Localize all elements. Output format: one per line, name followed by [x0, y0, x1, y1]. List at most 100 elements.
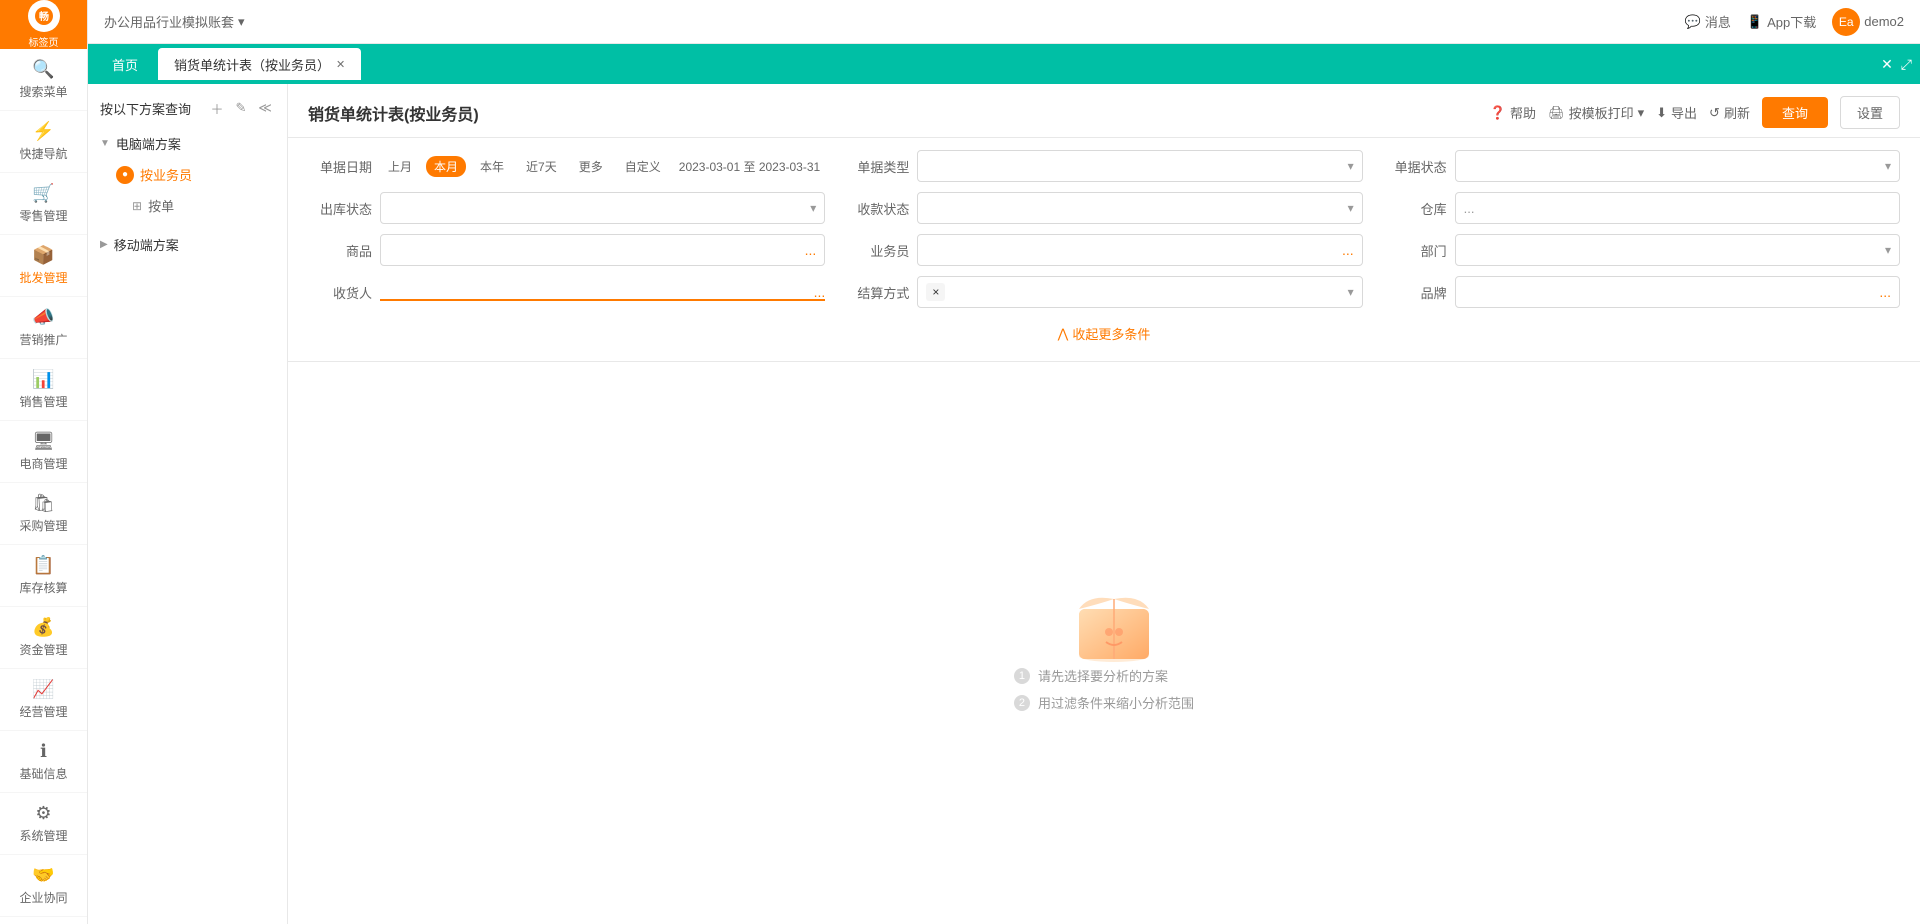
out-status-selector[interactable]: ▾ — [380, 192, 825, 224]
tab-close-icon[interactable]: ✕ — [336, 58, 345, 71]
handshake-icon: 🤝 — [32, 865, 54, 886]
export-icon: ⬇ — [1656, 105, 1667, 121]
svg-text:畅: 畅 — [39, 10, 49, 23]
main-area: 办公用品行业模拟账套 ▾ 💬 消息 📱 App下载 Ea demo2 首页 销货… — [88, 0, 1920, 924]
payment-method-tag-close[interactable]: × — [932, 285, 939, 299]
collapse-filter-button[interactable]: ⋀ 收起更多条件 — [308, 318, 1900, 349]
out-status-dropdown-icon: ▾ — [810, 201, 816, 215]
mobile-scheme-parent[interactable]: ▶ 移动端方案 — [88, 229, 287, 260]
sidebar-item-basic[interactable]: ℹ 基础信息 — [0, 731, 88, 793]
salesperson-more-icon[interactable]: ... — [1342, 242, 1354, 258]
topbar-left: 办公用品行业模拟账套 ▾ — [104, 12, 245, 31]
desktop-scheme-parent[interactable]: ▼ 电脑端方案 — [88, 128, 287, 159]
query-button[interactable]: 查询 — [1762, 97, 1828, 128]
filter-row-2: 出库状态 ▾ 收款状态 ▾ — [308, 192, 1900, 224]
product-selector[interactable]: ... — [380, 234, 825, 266]
sidebar-item-purchase[interactable]: 🛍 采购管理 — [0, 483, 88, 545]
data-area: 1 请先选择要分析的方案 2 用过滤条件来缩小分析范围 — [288, 362, 1920, 924]
date-range-display: 2023-03-01 至 2023-03-31 — [679, 158, 820, 175]
department-selector[interactable]: ▾ — [1455, 234, 1900, 266]
trend-icon: 📈 — [32, 679, 54, 700]
sidebar-item-ecommerce[interactable]: 🖥 电商管理 — [0, 421, 88, 483]
left-panel-title: 按以下方案查询 — [100, 99, 191, 118]
sidebar-logo[interactable]: 畅 标签页 — [0, 0, 88, 49]
salesperson-selector[interactable]: ... — [917, 234, 1362, 266]
sidebar-item-wholesale[interactable]: 📦 批发管理 — [0, 235, 88, 297]
brand-selector[interactable]: ... — [1455, 276, 1900, 308]
doc-type-selector[interactable]: ▾ — [917, 150, 1362, 182]
mobile-scheme-label: 移动端方案 — [114, 235, 179, 254]
sidebar-item-system[interactable]: ⚙ 系统管理 — [0, 793, 88, 855]
message-icon: 💬 — [1685, 14, 1701, 30]
app-download-button[interactable]: 📱 App下载 — [1747, 12, 1816, 31]
date-tab-last-month[interactable]: 上月 — [380, 156, 420, 177]
out-status-label: 出库状态 — [308, 199, 380, 218]
order-scheme-label: 按单 — [148, 196, 174, 215]
payment-method-selector[interactable]: × ▾ — [917, 276, 1362, 308]
filter-doc-type: 单据类型 ▾ — [845, 150, 1362, 182]
sidebar-item-newuser[interactable]: 🎯 新手引导 — [0, 917, 88, 924]
product-more-icon[interactable]: ... — [805, 242, 817, 258]
user-profile[interactable]: Ea demo2 — [1832, 8, 1904, 36]
department-label: 部门 — [1383, 241, 1455, 260]
add-scheme-button[interactable]: ＋ — [207, 98, 227, 118]
refresh-button[interactable]: ↺ 刷新 — [1709, 103, 1750, 122]
lightning-icon: ⚡ — [32, 121, 54, 142]
brand-more-icon[interactable]: ... — [1879, 284, 1891, 300]
sidebar-item-inventory[interactable]: 📋 库存核算 — [0, 545, 88, 607]
warehouse-label: 仓库 — [1383, 199, 1455, 218]
left-panel-action-buttons: ＋ ✎ ≪ — [207, 98, 275, 118]
filter-doc-status: 单据状态 ▾ — [1383, 150, 1900, 182]
sidebar-item-retail[interactable]: 🛒 零售管理 — [0, 173, 88, 235]
content-area: 按以下方案查询 ＋ ✎ ≪ ▼ 电脑端方案 ● 按业务员 ⊞ 按 — [88, 84, 1920, 924]
payment-method-label: 结算方式 — [845, 283, 917, 302]
expand-window-button[interactable]: ⤢ — [1901, 56, 1912, 73]
print-button[interactable]: 🖨 按模板打印 ▾ — [1548, 103, 1644, 122]
mobile-scheme-group: ▶ 移动端方案 — [88, 225, 287, 264]
doc-status-label: 单据状态 — [1383, 157, 1455, 176]
tree-sub-child-by-order[interactable]: ⊞ 按单 — [88, 190, 287, 221]
edit-scheme-button[interactable]: ✎ — [231, 98, 251, 118]
topbar-right: 💬 消息 📱 App下载 Ea demo2 — [1685, 8, 1904, 36]
date-tab-more[interactable]: 更多 — [571, 156, 611, 177]
department-dropdown-icon: ▾ — [1885, 243, 1891, 257]
sidebar-item-marketing[interactable]: 📣 营销推广 — [0, 297, 88, 359]
sidebar-item-quick-nav[interactable]: ⚡ 快捷导航 — [0, 111, 88, 173]
doc-status-selector[interactable]: ▾ — [1455, 150, 1900, 182]
empty-hints: 1 请先选择要分析的方案 2 用过滤条件来缩小分析范围 — [1014, 666, 1194, 712]
sidebar-item-finance[interactable]: 💰 资金管理 — [0, 607, 88, 669]
sidebar-item-operations[interactable]: 📈 经营管理 — [0, 669, 88, 731]
brand-label: 品牌 — [1383, 283, 1455, 302]
tabbar-actions: ✕ ⤢ — [1881, 56, 1912, 73]
message-button[interactable]: 💬 消息 — [1685, 12, 1731, 31]
help-button[interactable]: ❓ 帮助 — [1490, 103, 1536, 122]
sidebar: 畅 标签页 🔍 搜索菜单 ⚡ 快捷导航 🛒 零售管理 📦 批发管理 📣 营销推广… — [0, 0, 88, 924]
doc-type-dropdown-icon: ▾ — [1348, 159, 1354, 173]
sidebar-item-enterprise[interactable]: 🤝 企业协同 — [0, 855, 88, 917]
tab-sales-stat[interactable]: 销货单统计表（按业务员） ✕ — [158, 48, 361, 80]
date-tab-this-year[interactable]: 本年 — [472, 156, 512, 177]
page-title: 销货单统计表(按业务员) — [308, 101, 479, 125]
date-tab-custom[interactable]: 自定义 — [617, 156, 669, 177]
filter-payment-method: 结算方式 × ▾ — [845, 276, 1362, 308]
close-window-button[interactable]: ✕ — [1881, 56, 1893, 73]
industry-selector[interactable]: 办公用品行业模拟账套 ▾ — [104, 12, 245, 31]
logo-text: 标签页 — [29, 34, 59, 49]
sidebar-item-sales[interactable]: 📊 销售管理 — [0, 359, 88, 421]
doc-status-dropdown-icon: ▾ — [1885, 159, 1891, 173]
date-tab-this-month[interactable]: 本月 — [426, 156, 466, 177]
receiver-more-icon[interactable]: ... — [814, 284, 826, 300]
sidebar-item-search[interactable]: 🔍 搜索菜单 — [0, 49, 88, 111]
receipt-status-selector[interactable]: ▾ — [917, 192, 1362, 224]
filter-receipt-status: 收款状态 ▾ — [845, 192, 1362, 224]
tree-child-by-salesperson[interactable]: ● 按业务员 — [88, 159, 287, 190]
settings-button[interactable]: 设置 — [1840, 96, 1900, 129]
collapse-panel-button[interactable]: ≪ — [255, 98, 275, 118]
export-button[interactable]: ⬇ 导出 — [1656, 103, 1697, 122]
date-tab-7days[interactable]: 近7天 — [518, 156, 565, 177]
tab-home[interactable]: 首页 — [96, 48, 154, 80]
refresh-icon: ↺ — [1709, 105, 1720, 121]
filter-row-1: 单据日期 上月 本月 本年 近7天 更多 自定义 2023-03-01 至 20… — [308, 150, 1900, 182]
receiver-input[interactable] — [380, 284, 825, 300]
warehouse-selector[interactable]: ... — [1455, 192, 1900, 224]
